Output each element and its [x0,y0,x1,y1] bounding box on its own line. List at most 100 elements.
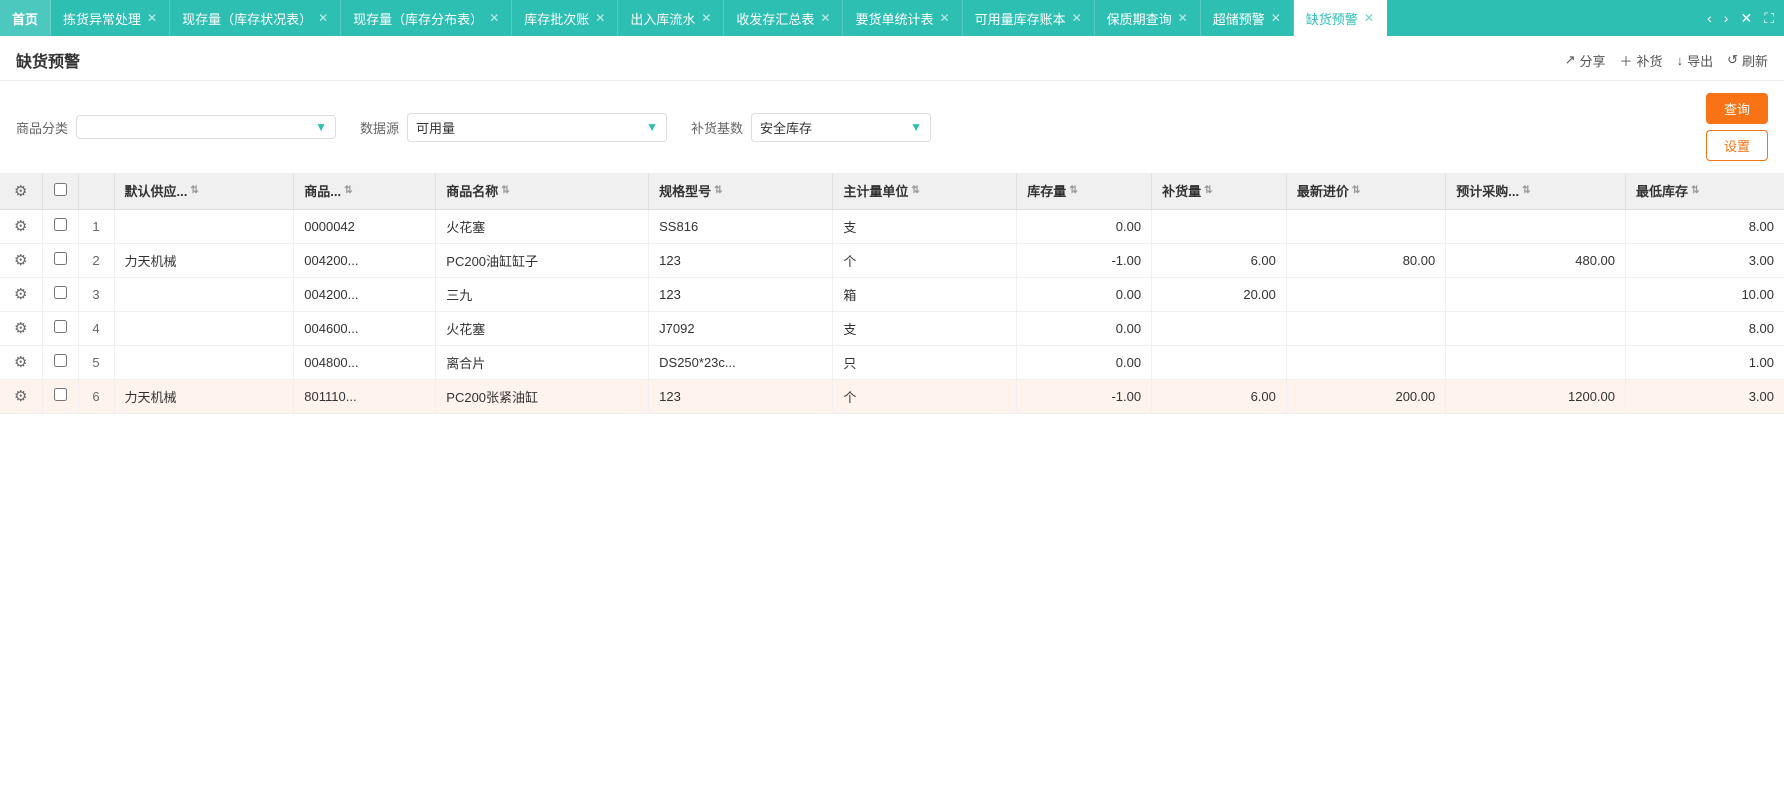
nav-tab-10[interactable]: 超储预警✕ [1201,0,1294,36]
row-gear-btn[interactable]: ⚙ [14,353,27,371]
row-gear-btn[interactable]: ⚙ [14,217,27,235]
row-gear-btn[interactable]: ⚙ [14,285,27,303]
nav-fullscreen-button[interactable]: ⛶ [1758,6,1780,31]
col-header-unit[interactable]: 主计量单位⇅ [833,173,1017,209]
nav-tab-close[interactable]: ✕ [1271,11,1281,25]
nav-tab-1[interactable]: 拣货异常处理✕ [51,0,170,36]
col-sort-latest_price[interactable]: 最新进价⇅ [1297,181,1360,200]
col-sort-supplier[interactable]: 默认供应...⇅ [125,181,199,200]
row-checkbox-0[interactable] [54,218,67,231]
nav-tab-4[interactable]: 库存批次账✕ [512,0,618,36]
share-button[interactable]: ↗ 分享 [1565,51,1606,70]
cell-est_purchase-1: 480.00 [1446,243,1626,277]
datasource-value: 可用量 [416,118,455,137]
col-sort-code[interactable]: 商品...⇅ [304,181,352,200]
select-all-checkbox[interactable] [54,183,67,196]
nav-tab-0[interactable]: 首页 [0,0,51,36]
nav-next-button[interactable]: › [1718,6,1735,30]
nav-tab-label: 现存量（库存状况表） [182,9,312,28]
nav-tab-8[interactable]: 可用量库存账本✕ [963,0,1095,36]
nav-tab-close[interactable]: ✕ [1364,11,1374,25]
row-checkbox-5[interactable] [54,388,67,401]
nav-tab-3[interactable]: 现存量（库存分布表）✕ [341,0,512,36]
filter-group-category: 商品分类 ▼ [16,115,336,139]
nav-tab-label: 首页 [12,9,38,28]
cell-seq-3: 4 [78,311,114,345]
filter-group-replenish: 补货基数 安全库存 ▼ [691,113,931,142]
col-header-est_purchase[interactable]: 预计采购...⇅ [1446,173,1626,209]
table-row: ⚙10000042火花塞SS816支0.008.00 [0,209,1784,243]
cell-replenish-0 [1152,209,1287,243]
nav-tab-close[interactable]: ✕ [820,11,830,25]
export-button[interactable]: ↓ 导出 [1677,51,1714,70]
cell-code-4: 004800... [294,345,436,379]
replenish-button[interactable]: ＋ 补货 [1620,51,1663,70]
col-header-replenish[interactable]: 补货量⇅ [1152,173,1287,209]
cell-spec-4: DS250*23c... [649,345,833,379]
setting-button[interactable]: 设置 [1706,130,1768,161]
nav-tab-close[interactable]: ✕ [318,11,328,25]
nav-tab-label: 保质期查询 [1107,9,1172,28]
col-sort-est_purchase[interactable]: 预计采购...⇅ [1456,181,1530,200]
replenish-select[interactable]: 安全库存 ▼ [751,113,931,142]
nav-tab-2[interactable]: 现存量（库存状况表） ✕ [170,0,341,36]
table-row: ⚙2力天机械004200...PC200油缸缸子123个-1.006.0080.… [0,243,1784,277]
row-checkbox-3[interactable] [54,320,67,333]
replenish-chevron-icon: ▼ [910,120,922,134]
row-checkbox-4[interactable] [54,354,67,367]
col-sort-name[interactable]: 商品名称⇅ [446,181,509,200]
sort-icon-est_purchase: ⇅ [1522,185,1530,196]
cell-min_stock-0: 8.00 [1626,209,1784,243]
col-header-stock[interactable]: 库存量⇅ [1017,173,1152,209]
nav-tab-11[interactable]: 缺货预警✕ [1294,0,1387,36]
nav-tab-close[interactable]: ✕ [701,11,711,25]
query-button[interactable]: 查询 [1706,93,1768,124]
cell-seq-2: 3 [78,277,114,311]
col-sort-stock[interactable]: 库存量⇅ [1027,181,1077,200]
col-header-name[interactable]: 商品名称⇅ [436,173,649,209]
refresh-button[interactable]: ↺ 刷新 [1727,51,1768,70]
col-sort-unit[interactable]: 主计量单位⇅ [843,181,919,200]
nav-tab-close[interactable]: ✕ [1178,11,1188,25]
nav-tab-close[interactable]: ✕ [489,11,499,25]
nav-tab-5[interactable]: 出入库流水✕ [618,0,724,36]
col-sort-spec[interactable]: 规格型号⇅ [659,181,722,200]
gear-icon-btn[interactable]: ⚙ [14,182,27,200]
cell-checkbox-5 [42,379,78,413]
row-gear-btn[interactable]: ⚙ [14,251,27,269]
nav-tab-close[interactable]: ✕ [940,11,950,25]
nav-prev-button[interactable]: ‹ [1701,6,1718,30]
category-chevron-icon: ▼ [315,120,327,134]
row-checkbox-1[interactable] [54,252,67,265]
export-icon: ↓ [1677,53,1684,68]
col-header-latest_price[interactable]: 最新进价⇅ [1286,173,1445,209]
col-sort-replenish[interactable]: 补货量⇅ [1162,181,1212,200]
col-header-spec[interactable]: 规格型号⇅ [649,173,833,209]
replenish-label: 补货基数 [691,118,743,137]
row-checkbox-2[interactable] [54,286,67,299]
datasource-select[interactable]: 可用量 ▼ [407,113,667,142]
col-header-supplier[interactable]: 默认供应...⇅ [114,173,294,209]
nav-tab-close[interactable]: ✕ [147,11,157,25]
row-gear-btn[interactable]: ⚙ [14,387,27,405]
cell-seq-5: 6 [78,379,114,413]
cell-checkbox-4 [42,345,78,379]
sort-icon-spec: ⇅ [714,185,722,196]
sort-icon-code: ⇅ [344,185,352,196]
sort-icon-replenish: ⇅ [1204,185,1212,196]
col-header-min_stock[interactable]: 最低库存⇅ [1626,173,1784,209]
cell-checkbox-1 [42,243,78,277]
col-sort-min_stock[interactable]: 最低库存⇅ [1636,181,1699,200]
col-header-code[interactable]: 商品...⇅ [294,173,436,209]
col-header-checkbox [42,173,78,209]
table-row: ⚙4004600...火花塞J7092支0.008.00 [0,311,1784,345]
nav-tab-6[interactable]: 收发存汇总表✕ [724,0,843,36]
nav-tab-close[interactable]: ✕ [595,11,605,25]
nav-tab-close[interactable]: ✕ [1072,11,1082,25]
nav-close-button[interactable]: ✕ [1734,6,1758,31]
nav-tab-9[interactable]: 保质期查询 ✕ [1095,0,1201,36]
category-select[interactable]: ▼ [76,115,336,139]
row-gear-btn[interactable]: ⚙ [14,319,27,337]
nav-tab-7[interactable]: 要货单统计表✕ [843,0,962,36]
cell-seq-1: 2 [78,243,114,277]
